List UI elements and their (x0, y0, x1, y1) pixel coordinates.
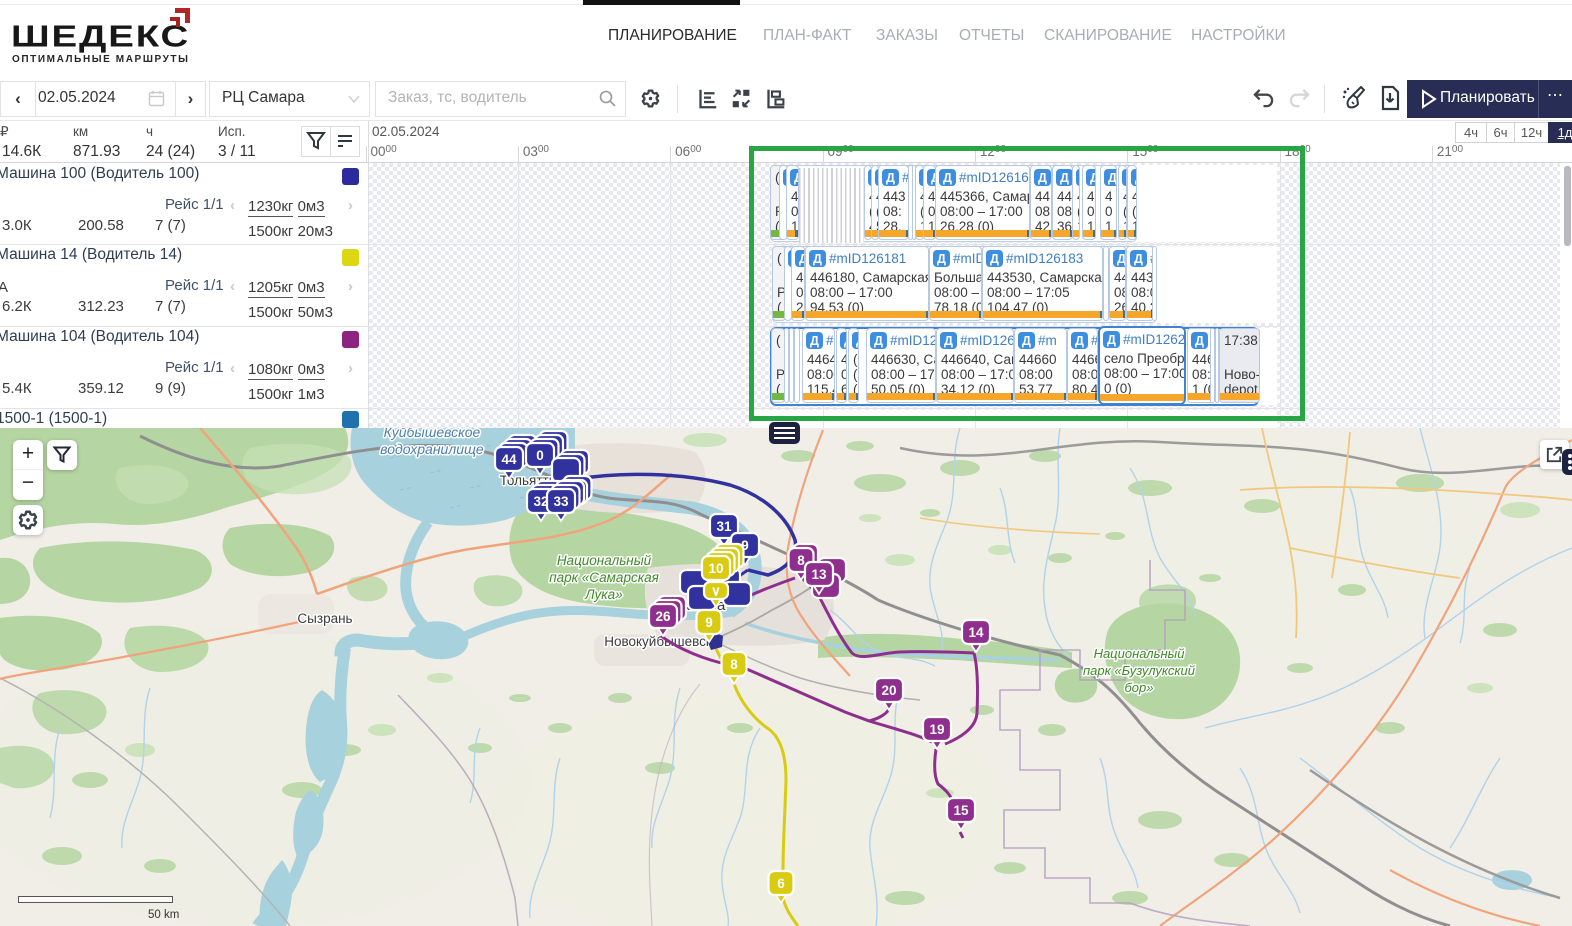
svg-text:∨: ∨ (711, 584, 721, 599)
svg-text:Сызрань: Сызрань (297, 611, 352, 626)
svg-text:13: 13 (811, 567, 827, 582)
svg-text:10: 10 (708, 561, 723, 576)
svg-text:8: 8 (730, 657, 738, 672)
svg-text:20: 20 (881, 683, 896, 698)
svg-text:9: 9 (705, 615, 713, 630)
svg-text:8: 8 (797, 553, 805, 568)
svg-text:33: 33 (553, 494, 569, 509)
svg-text:парк «Бузулукский: парк «Бузулукский (1083, 663, 1195, 678)
svg-text:6: 6 (777, 876, 785, 891)
svg-text:14: 14 (968, 625, 984, 640)
svg-text:Национальный: Национальный (557, 553, 652, 568)
svg-text:26: 26 (655, 609, 671, 624)
svg-text:44: 44 (501, 452, 517, 467)
svg-text:водохранилище: водохранилище (380, 441, 484, 457)
svg-text:парк «Самарская: парк «Самарская (549, 570, 659, 585)
svg-text:0: 0 (536, 448, 544, 463)
svg-text:Новокуйбышевск: Новокуйбышевск (604, 634, 712, 649)
svg-text:Национальный: Национальный (1094, 646, 1185, 661)
svg-text:Куйбышевское: Куйбышевское (384, 428, 481, 440)
svg-text:бор»: бор» (1124, 680, 1153, 695)
svg-text:15: 15 (953, 803, 969, 818)
svg-text:19: 19 (929, 722, 944, 737)
svg-text:Лука»: Лука» (584, 587, 622, 602)
svg-text:31: 31 (716, 519, 732, 534)
